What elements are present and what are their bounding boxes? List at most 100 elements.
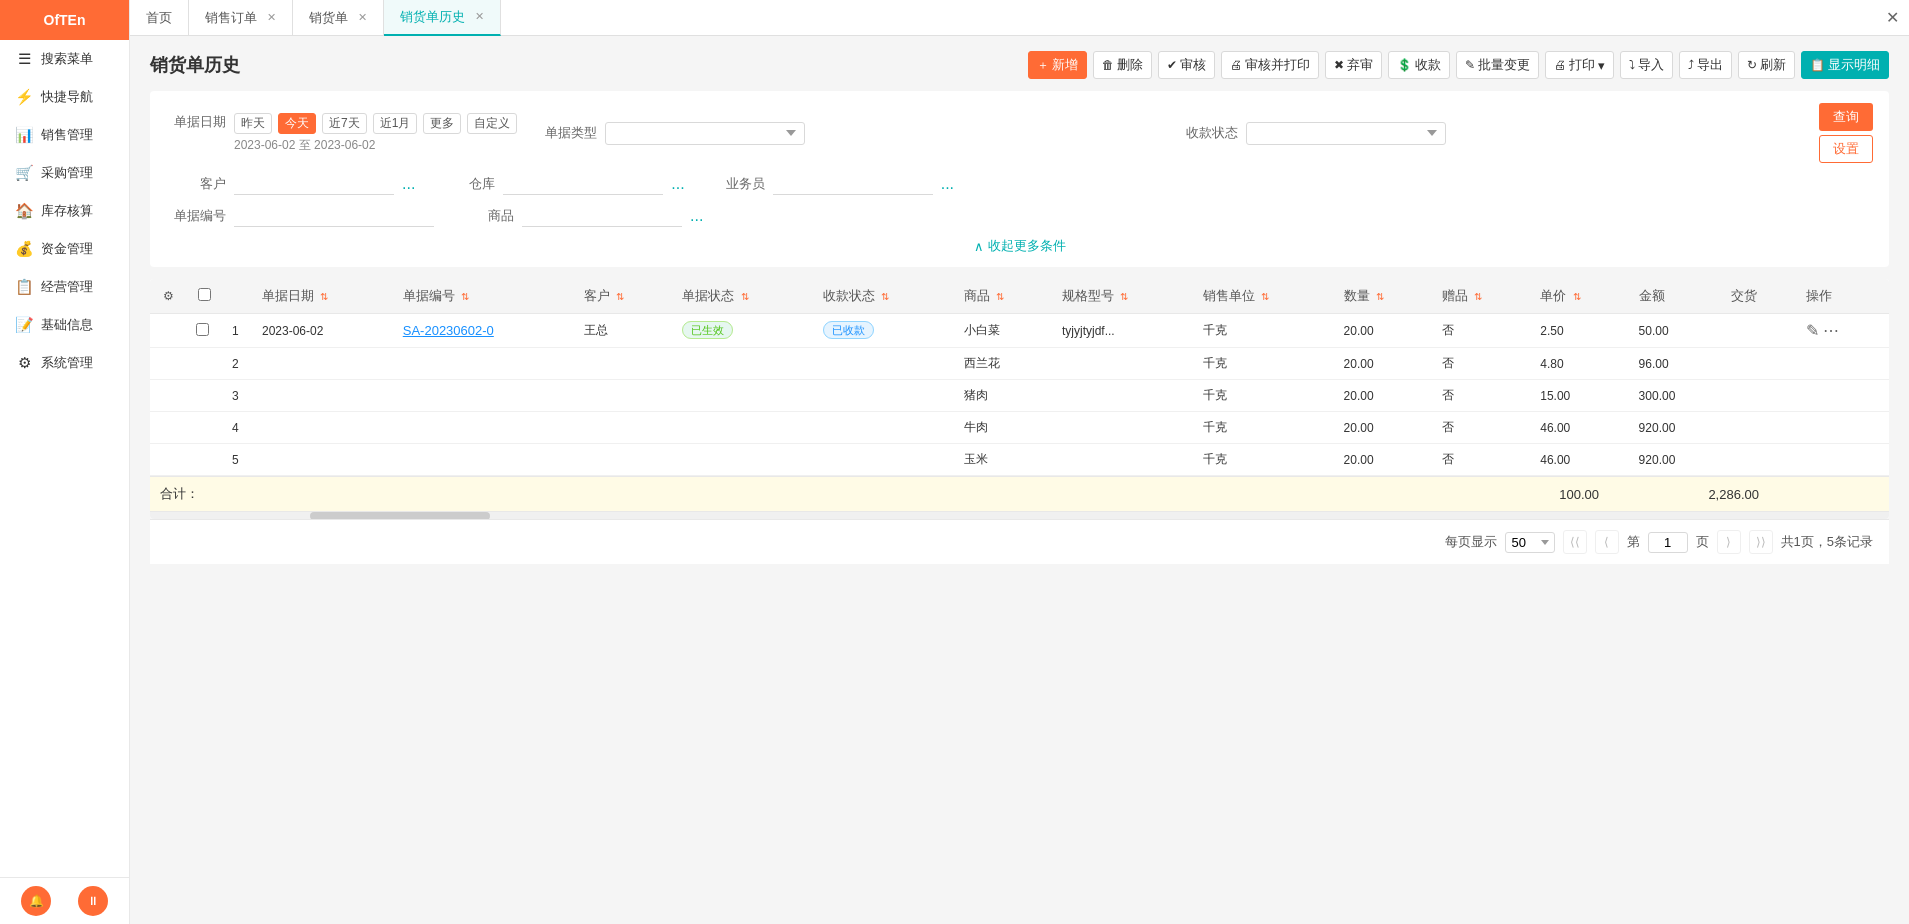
goods-dots[interactable]: ... (690, 208, 703, 224)
docno-input[interactable] (234, 205, 434, 227)
th-spec[interactable]: 规格型号 ⇅ (1052, 279, 1193, 314)
cell-checkbox (186, 348, 222, 380)
sidebar-action-btn-2[interactable]: ⏸ (78, 886, 108, 916)
cell-customer (574, 444, 672, 476)
prev-page-button[interactable]: ⟨ (1595, 530, 1619, 554)
sort-gift-icon: ⇅ (1474, 291, 1482, 302)
new-button[interactable]: ＋ 新增 (1028, 51, 1087, 79)
page-number-input[interactable] (1648, 532, 1688, 553)
date-btn-7days[interactable]: 近7天 (322, 113, 367, 134)
th-docno[interactable]: 单据编号 ⇅ (393, 279, 574, 314)
th-payment-status[interactable]: 收款状态 ⇅ (813, 279, 954, 314)
audit-button[interactable]: ✔ 审核 (1158, 51, 1215, 79)
sidebar-action-btn-1[interactable]: 🔔 (21, 886, 51, 916)
sidebar-item-search-menu[interactable]: ☰ 搜索菜单 (0, 40, 129, 78)
business-input[interactable] (773, 173, 933, 195)
warehouse-input[interactable] (503, 173, 663, 195)
cell-checkbox (186, 444, 222, 476)
th-date[interactable]: 单据日期 ⇅ (252, 279, 393, 314)
sidebar-item-label: 快捷导航 (41, 88, 93, 106)
cell-checkbox (186, 314, 222, 348)
sidebar-item-system-mgmt[interactable]: ⚙ 系统管理 (0, 344, 129, 382)
th-gift[interactable]: 赠品 ⇅ (1432, 279, 1530, 314)
export-button[interactable]: ⤴ 导出 (1679, 51, 1732, 79)
refresh-button[interactable]: ↻ 刷新 (1738, 51, 1795, 79)
date-btn-more[interactable]: 更多 (423, 113, 461, 134)
th-doc-status[interactable]: 单据状态 ⇅ (672, 279, 813, 314)
data-table: ⚙ 单据日期 ⇅ 单据编号 ⇅ (150, 279, 1889, 476)
horizontal-scrollbar[interactable] (150, 511, 1889, 519)
sidebar-item-finance[interactable]: 💰 资金管理 (0, 230, 129, 268)
customer-input[interactable] (234, 173, 394, 195)
doc-type-select[interactable] (605, 122, 805, 145)
date-btn-yesterday[interactable]: 昨天 (234, 113, 272, 134)
more-action-btn[interactable]: ⋯ (1823, 322, 1839, 339)
print-button[interactable]: 🖨 打印 ▾ (1545, 51, 1614, 79)
pagination-bar: 每页显示 50 20 100 200 ⟨⟨ ⟨ 第 页 ⟩ ⟩⟩ 共1页，5条记… (150, 519, 1889, 564)
sidebar-item-inventory[interactable]: 🏠 库存核算 (0, 192, 129, 230)
tab-sales-history[interactable]: 销货单历史 ✕ (384, 0, 501, 36)
tab-sales-order-label: 销售订单 (205, 9, 257, 27)
tab-sales-order[interactable]: 销售订单 ✕ (189, 0, 293, 36)
business-dots[interactable]: ... (941, 176, 954, 192)
cell-spec (1052, 348, 1193, 380)
next-page-button[interactable]: ⟩ (1717, 530, 1741, 554)
cell-spec (1052, 380, 1193, 412)
tab-sales-invoice-label: 销货单 (309, 9, 348, 27)
sidebar-item-purchase-mgmt[interactable]: 🛒 采购管理 (0, 154, 129, 192)
sidebar-item-basic-info[interactable]: 📝 基础信息 (0, 306, 129, 344)
tab-sales-order-close[interactable]: ✕ (267, 11, 276, 24)
cell-goods: 猪肉 (954, 380, 1052, 412)
sidebar-item-sales-mgmt[interactable]: 📊 销售管理 (0, 116, 129, 154)
tab-sales-history-close[interactable]: ✕ (475, 10, 484, 23)
date-btn-today[interactable]: 今天 (278, 113, 316, 134)
purchase-icon: 🛒 (15, 164, 33, 182)
tab-sales-invoice-close[interactable]: ✕ (358, 11, 367, 24)
scrollbar-thumb[interactable] (310, 512, 490, 519)
cell-seq: 2 (222, 348, 252, 380)
edit-action-btn[interactable]: ✎ (1806, 322, 1819, 339)
th-unit-label: 销售单位 (1203, 288, 1255, 303)
collapse-button[interactable]: ∧ 收起更多条件 (166, 237, 1873, 255)
th-unit[interactable]: 销售单位 ⇅ (1193, 279, 1334, 314)
doc-type-filter: 单据类型 (537, 122, 1158, 145)
th-delivery: 交货 (1721, 279, 1796, 314)
th-settings[interactable]: ⚙ (150, 279, 186, 314)
first-page-button[interactable]: ⟨⟨ (1563, 530, 1587, 554)
row-checkbox[interactable] (196, 323, 209, 336)
batch-change-button[interactable]: ✎ 批量变更 (1456, 51, 1539, 79)
collect-button[interactable]: 💲 收款 (1388, 51, 1450, 79)
setup-button[interactable]: 设置 (1819, 135, 1873, 163)
payment-status-select[interactable] (1246, 122, 1446, 145)
cell-payment-status: 已收款 (813, 314, 954, 348)
customer-dots[interactable]: ... (402, 176, 415, 192)
window-close-btn[interactable]: ✕ (1886, 8, 1899, 27)
query-button[interactable]: 查询 (1819, 103, 1873, 131)
th-customer[interactable]: 客户 ⇅ (574, 279, 672, 314)
cell-gift: 否 (1432, 412, 1530, 444)
audit-print-button[interactable]: 🖨 审核并打印 (1221, 51, 1319, 79)
delete-button[interactable]: 🗑 删除 (1093, 51, 1152, 79)
abandon-button[interactable]: ✖ 弃审 (1325, 51, 1382, 79)
th-goods[interactable]: 商品 ⇅ (954, 279, 1052, 314)
th-qty[interactable]: 数量 ⇅ (1334, 279, 1432, 314)
select-all-checkbox[interactable] (198, 288, 211, 301)
search-menu-icon: ☰ (15, 50, 33, 68)
page-size-select[interactable]: 50 20 100 200 (1505, 532, 1555, 553)
sidebar-item-label: 基础信息 (41, 316, 93, 334)
date-btn-custom[interactable]: 自定义 (467, 113, 517, 134)
tab-home[interactable]: 首页 (130, 0, 189, 36)
warehouse-dots[interactable]: ... (671, 176, 684, 192)
import-button[interactable]: ⤵ 导入 (1620, 51, 1673, 79)
docno-link[interactable]: SA-20230602-0 (403, 323, 494, 338)
sidebar-item-quick-nav[interactable]: ⚡ 快捷导航 (0, 78, 129, 116)
date-range-text: 2023-06-02 至 2023-06-02 (234, 137, 517, 154)
sidebar-item-operations[interactable]: 📋 经营管理 (0, 268, 129, 306)
cell-customer: 王总 (574, 314, 672, 348)
th-price[interactable]: 单价 ⇅ (1530, 279, 1628, 314)
date-btn-1month[interactable]: 近1月 (373, 113, 418, 134)
goods-input[interactable] (522, 205, 682, 227)
tab-sales-invoice[interactable]: 销货单 ✕ (293, 0, 384, 36)
show-detail-button[interactable]: 📋 显示明细 (1801, 51, 1889, 79)
last-page-button[interactable]: ⟩⟩ (1749, 530, 1773, 554)
